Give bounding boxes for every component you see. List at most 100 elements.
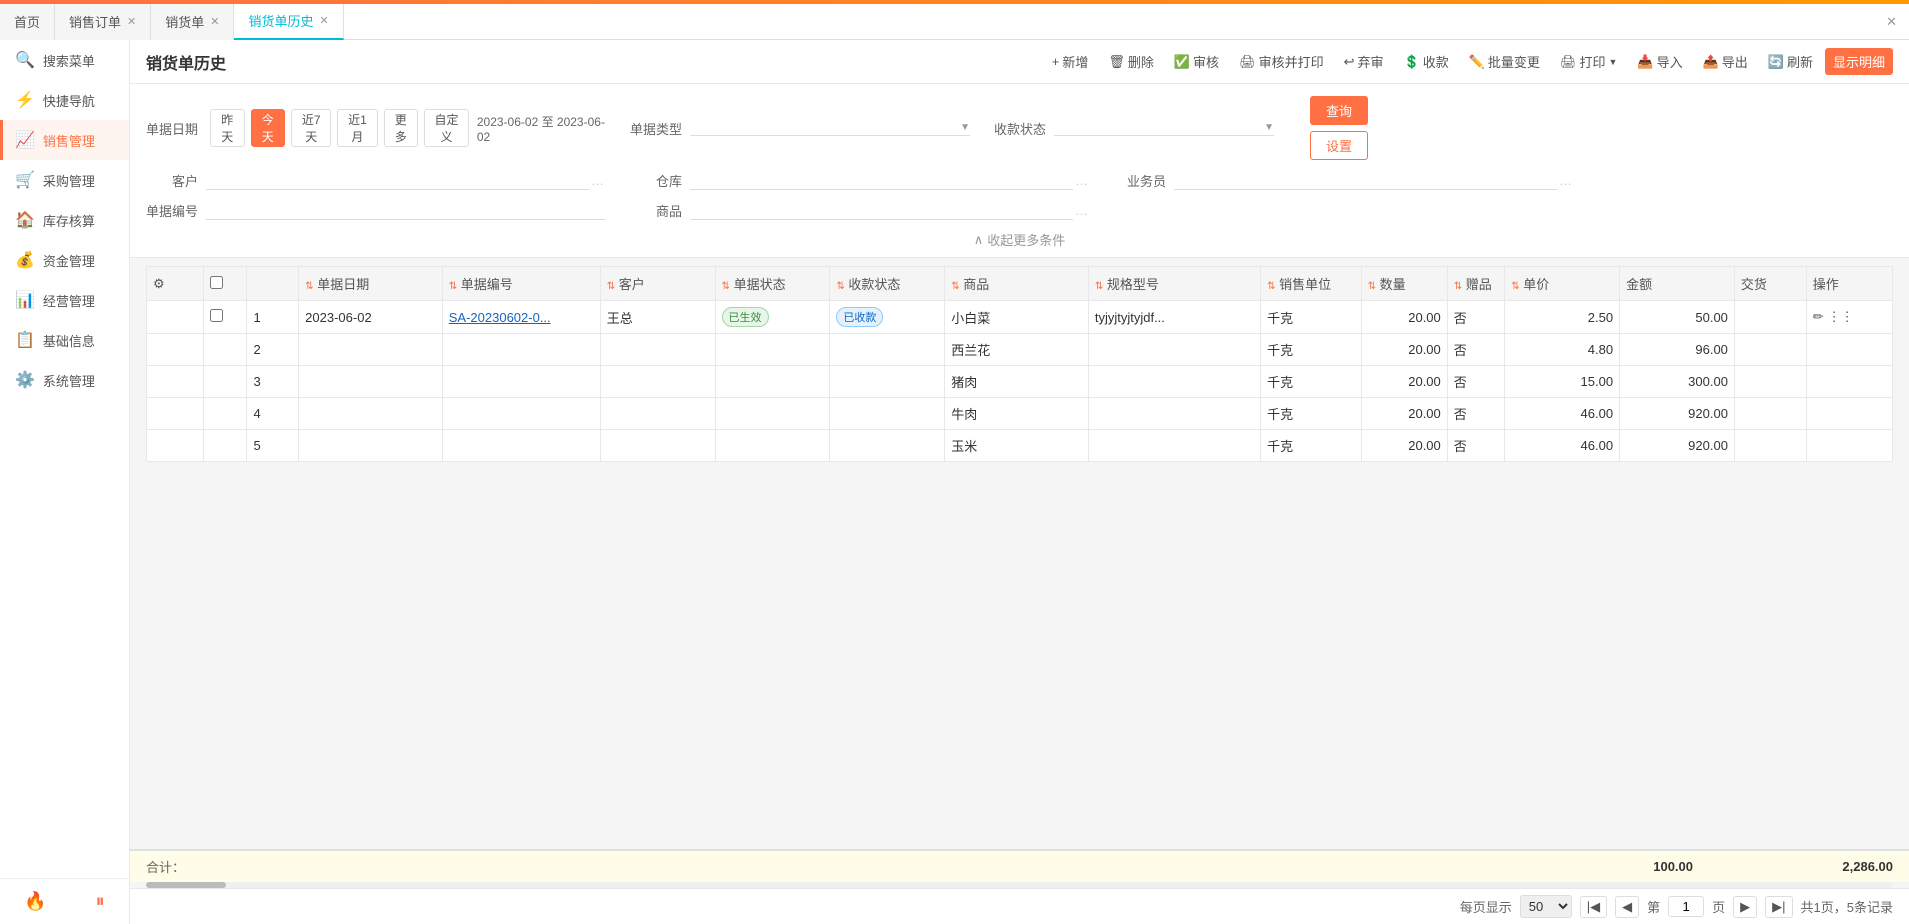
query-button[interactable]: 查询 (1310, 96, 1368, 125)
last-page-btn[interactable]: ▶| (1765, 896, 1792, 918)
col-date-header[interactable]: ⇅ 单据日期 (299, 267, 443, 301)
col-qty-header[interactable]: ⇅ 数量 (1361, 267, 1447, 301)
collapse-btn[interactable]: ∧ 收起更多条件 (146, 230, 1893, 249)
discard-button[interactable]: ↩ 弃审 (1336, 48, 1392, 75)
col-spec-header[interactable]: ⇅ 规格型号 (1088, 267, 1260, 301)
new-button[interactable]: + 新增 (1044, 48, 1097, 75)
col-gear-header[interactable]: ⚙ (147, 267, 204, 301)
per-page-select[interactable]: 20 50 100 (1520, 895, 1572, 918)
date-btn-1month[interactable]: 近1月 (337, 109, 377, 147)
check-cell[interactable] (204, 430, 247, 462)
settings-button[interactable]: 设置 (1310, 131, 1368, 160)
col-customer-header[interactable]: ⇅ 客户 (600, 267, 715, 301)
price-cell: 46.00 (1505, 398, 1620, 430)
col-pay-header[interactable]: ⇅ 收款状态 (830, 267, 945, 301)
date-btn-yesterday[interactable]: 昨天 (210, 109, 245, 147)
customer-dots-icon[interactable]: … (589, 173, 606, 188)
tab-bar-close-all[interactable]: ✕ (1874, 14, 1909, 30)
tab-sales-delivery[interactable]: 销货单 ✕ (151, 4, 234, 40)
no-cell[interactable] (442, 366, 600, 398)
salesperson-dots-icon[interactable]: … (1557, 173, 1574, 188)
tab-sales-order[interactable]: 销售订单 ✕ (55, 4, 151, 40)
customer-cell (600, 334, 715, 366)
sidebar-item-finance[interactable]: 💰 资金管理 (0, 240, 129, 280)
edit-icon[interactable]: ✏ (1813, 309, 1824, 324)
delete-button[interactable]: 🗑 删除 (1100, 48, 1162, 75)
doc-no-field (206, 200, 606, 220)
sidebar-item-search-menu[interactable]: 🔍 搜索菜单 (0, 40, 129, 80)
close-icon[interactable]: ✕ (320, 14, 329, 27)
doc-type-select[interactable]: ▼ (690, 120, 970, 136)
goods-input[interactable] (690, 200, 1073, 220)
refresh-button[interactable]: 🔄 刷新 (1760, 48, 1821, 75)
col-no-header[interactable]: ⇅ 单据编号 (442, 267, 600, 301)
col-check-header[interactable] (204, 267, 247, 301)
tab-sales-history[interactable]: 销货单历史 ✕ (234, 4, 343, 40)
sidebar-fire-btn[interactable]: 🔥 (16, 887, 54, 916)
tab-home[interactable]: 首页 (0, 4, 55, 40)
no-cell[interactable] (442, 334, 600, 366)
select-all-checkbox[interactable] (210, 276, 223, 289)
sidebar-item-basic-info[interactable]: 📋 基础信息 (0, 320, 129, 360)
col-unit-header[interactable]: ⇅ 销售单位 (1261, 267, 1362, 301)
prev-page-btn[interactable]: ◀ (1615, 896, 1639, 918)
pay-status-select-input[interactable] (1054, 120, 1264, 135)
doc-type-select-input[interactable] (690, 120, 960, 135)
doc-no-link[interactable]: SA-20230602-0... (449, 310, 551, 325)
date-btn-more[interactable]: 更多 (384, 109, 419, 147)
export-button[interactable]: 📤 导出 (1695, 48, 1756, 75)
content-area: 销货单历史 + 新增 🗑 删除 ✅ 审核 🖨 审核并打印 (130, 40, 1909, 924)
table-wrapper: ⚙ ⇅ 单据日期 ⇅ 单据编号 ⇅ 客户 ⇅ 单据状态 ⇅ 收款状态 ⇅ 商品 … (130, 258, 1909, 849)
col-price-header[interactable]: ⇅ 单价 (1505, 267, 1620, 301)
inventory-icon: 🏠 (15, 210, 35, 230)
sidebar-item-quick-nav[interactable]: ⚡ 快捷导航 (0, 80, 129, 120)
sidebar-pause-btn[interactable]: ⏸ (88, 887, 113, 916)
customer-input[interactable] (206, 170, 589, 190)
tab-home-label: 首页 (14, 12, 40, 31)
date-btn-today[interactable]: 今天 (251, 109, 286, 147)
col-amount-header[interactable]: 金额 (1620, 267, 1735, 301)
check-cell[interactable] (204, 334, 247, 366)
print-button[interactable]: 🖨 打印 ▼ (1552, 48, 1625, 75)
next-page-btn[interactable]: ▶ (1733, 896, 1757, 918)
page-input[interactable] (1668, 896, 1704, 917)
col-deal-header[interactable]: 交货 (1734, 267, 1806, 301)
check-cell[interactable] (204, 366, 247, 398)
filter-area: 单据日期 昨天 今天 近7天 近1月 更多 自定义 2023-06-02 至 2… (130, 84, 1909, 258)
batch-change-button[interactable]: ✏️ 批量变更 (1461, 48, 1548, 75)
close-icon[interactable]: ✕ (127, 15, 136, 28)
goods-dots-icon[interactable]: … (1073, 203, 1090, 218)
no-cell[interactable] (442, 430, 600, 462)
warehouse-input[interactable] (690, 170, 1073, 190)
check-cell[interactable] (204, 301, 247, 334)
row-checkbox[interactable] (210, 309, 223, 322)
first-page-btn[interactable]: |◀ (1580, 896, 1607, 918)
salesperson-input[interactable] (1174, 170, 1557, 190)
doc-no-input[interactable] (206, 200, 606, 220)
show-detail-button[interactable]: 显示明细 (1825, 48, 1893, 75)
sidebar-item-purchase-mgmt[interactable]: 🛒 采购管理 (0, 160, 129, 200)
col-status-header[interactable]: ⇅ 单据状态 (715, 267, 830, 301)
date-field: 昨天 今天 近7天 近1月 更多 自定义 2023-06-02 至 2023-0… (206, 109, 606, 147)
check-cell[interactable] (204, 398, 247, 430)
sidebar-item-system-mgmt[interactable]: ⚙️ 系统管理 (0, 360, 129, 400)
pay-status-select[interactable]: ▼ (1054, 120, 1274, 136)
status-cell (715, 430, 830, 462)
sidebar-item-sales-mgmt[interactable]: 📈 销售管理 (0, 120, 129, 160)
import-button[interactable]: 📥 导入 (1629, 48, 1690, 75)
review-button[interactable]: ✅ 审核 (1166, 48, 1227, 75)
date-btn-custom[interactable]: 自定义 (424, 109, 469, 147)
collect-button[interactable]: 💲 收款 (1396, 48, 1457, 75)
col-goods-header[interactable]: ⇅ 商品 (945, 267, 1089, 301)
no-cell[interactable]: SA-20230602-0... (442, 301, 600, 334)
close-icon[interactable]: ✕ (210, 15, 219, 28)
date-btn-7days[interactable]: 近7天 (291, 109, 331, 147)
review-print-button[interactable]: 🖨 审核并打印 (1231, 48, 1332, 75)
deal-cell (1734, 430, 1806, 462)
sidebar-item-operations[interactable]: 📊 经营管理 (0, 280, 129, 320)
warehouse-dots-icon[interactable]: … (1073, 173, 1090, 188)
no-cell[interactable] (442, 398, 600, 430)
col-gift-header[interactable]: ⇅ 赠品 (1447, 267, 1504, 301)
sidebar-item-inventory[interactable]: 🏠 库存核算 (0, 200, 129, 240)
more-ops-icon[interactable]: ⋮⋮ (1828, 309, 1854, 324)
